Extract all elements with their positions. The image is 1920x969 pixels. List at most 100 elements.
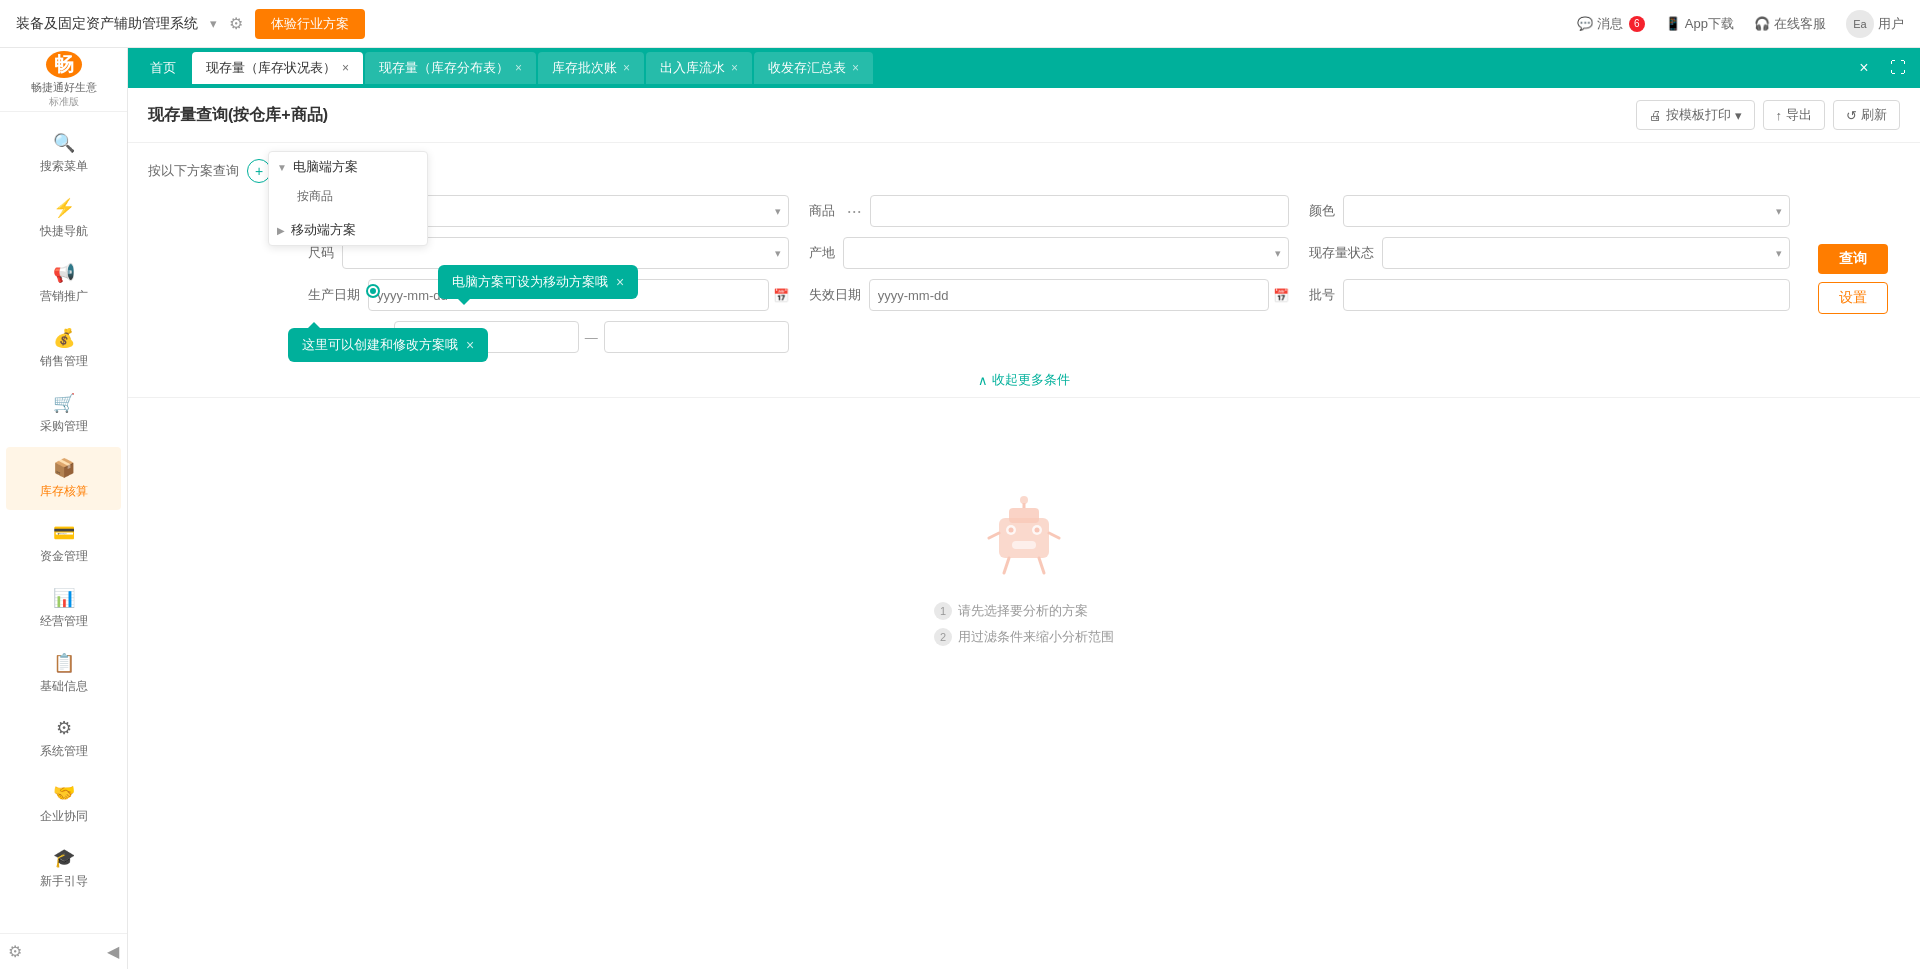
empty-state-icon [974,478,1074,578]
tab-inventory-status[interactable]: 现存量（库存状况表） × [192,52,363,84]
origin-select[interactable] [843,237,1290,269]
stock-status-select[interactable] [1382,237,1790,269]
sidebar-item-marketing[interactable]: 📢 营销推广 [6,252,121,315]
sidebar-item-guide[interactable]: 🎓 新手引导 [6,837,121,900]
sidebar-item-operation[interactable]: 📊 经营管理 [6,577,121,640]
sidebar-item-label: 搜索菜单 [40,158,88,175]
export-label: 导出 [1786,106,1812,124]
exp-calendar-icon[interactable]: 📅 [1273,288,1289,303]
batch-input[interactable] [1343,279,1790,311]
message-item[interactable]: 💬 消息 6 [1577,15,1645,33]
collapse-label: 收起更多条件 [992,371,1070,389]
tooltip-bubble-2: 这里可以创建和修改方案哦 × [288,328,488,362]
set-btn[interactable]: 设置 [1818,282,1888,314]
query-btn[interactable]: 查询 [1818,244,1888,274]
mobile-scheme-item[interactable]: ▶ 移动端方案 [269,215,427,245]
dot-indicator [368,286,378,296]
size-label: 尺码 [308,244,334,262]
print-btn[interactable]: 🖨 按模板打印 ▾ [1636,100,1755,130]
tab-label: 现存量（库存分布表） [379,59,509,77]
sidebar-item-label: 采购管理 [40,418,88,435]
stock-main-to-input[interactable] [604,321,789,353]
batch-label: 批号 [1309,286,1335,304]
topbar-left: 装备及固定资产辅助管理系统 ▾ ⚙ 体验行业方案 [16,9,365,39]
sidebar-item-label: 经营管理 [40,613,88,630]
tab-home[interactable]: 首页 [136,52,190,84]
color-field-row: 颜色 [1309,195,1790,227]
product-field-more-icon[interactable]: ··· [847,201,862,222]
tab-label: 库存批次账 [552,59,617,77]
sidebar-item-search[interactable]: 🔍 搜索菜单 [6,122,121,185]
page-actions: 🖨 按模板打印 ▾ ↑ 导出 ↺ 刷新 [1636,100,1901,130]
tab-inventory-dist[interactable]: 现存量（库存分布表） × [365,52,536,84]
tab-flow[interactable]: 出入库流水 × [646,52,752,84]
sidebar-item-system[interactable]: ⚙ 系统管理 [6,707,121,770]
industry-btn[interactable]: 体验行业方案 [255,9,365,39]
export-btn[interactable]: ↑ 导出 [1763,100,1826,130]
filter-side: 查询 设置 [1806,195,1900,363]
page-header: 现存量查询(按仓库+商品) 🖨 按模板打印 ▾ ↑ 导出 ↺ [128,88,1920,143]
tip-num-2: 2 [934,628,952,646]
tab-close-icon[interactable]: × [342,61,349,75]
sidebar-item-enterprise[interactable]: 🤝 企业协同 [6,772,121,835]
collapse-sidebar-icon[interactable]: ◀ [107,942,119,961]
tab-close-icon[interactable]: × [852,61,859,75]
tooltip1-close-btn[interactable]: × [616,274,624,290]
tab-fullscreen-icon[interactable]: ⛶ [1884,54,1912,82]
range-dash: — [585,330,598,345]
svg-rect-8 [1012,541,1036,549]
sidebar-footer: ⚙ ◀ [0,933,127,969]
sidebar-item-sales[interactable]: 💰 销售管理 [6,317,121,380]
user-item[interactable]: Ea 用户 [1846,10,1904,38]
sidebar-item-finance[interactable]: 💳 资金管理 [6,512,121,575]
sidebar-item-base[interactable]: 📋 基础信息 [6,642,121,705]
scheme-tree: ▼ 电脑端方案 按商品 ▶ 移动端方案 [268,151,428,246]
exp-date-input[interactable] [869,279,1270,311]
base-icon: 📋 [53,652,75,674]
exp-date-row: 失效日期 📅 [809,279,1290,311]
app-label: App下载 [1685,15,1734,33]
settings-footer-icon[interactable]: ⚙ [8,942,22,961]
sidebar-item-label: 销售管理 [40,353,88,370]
filter-area: 按以下方案查询 + ↺ ← ▼ 电脑端方案 按商品 ▶ [128,143,1920,398]
refresh-btn[interactable]: ↺ 刷新 [1833,100,1900,130]
tooltip2-close-btn[interactable]: × [466,337,474,353]
batch-row: 批号 [1309,279,1790,311]
svg-line-12 [1039,558,1044,573]
service-item[interactable]: 🎧 在线客服 [1754,15,1826,33]
tip-num-1: 1 [934,602,952,620]
collapse-btn[interactable]: ∧ 收起更多条件 [978,371,1070,389]
tab-home-label: 首页 [150,59,176,77]
sidebar-item-inventory[interactable]: 📦 库存核算 [6,447,121,510]
quick-icon: ⚡ [53,197,75,219]
sidebar-item-quick[interactable]: ⚡ 快捷导航 [6,187,121,250]
topbar-dropdown-icon[interactable]: ▾ [210,16,217,31]
svg-point-3 [1020,496,1028,504]
color-select[interactable] [1343,195,1790,227]
svg-rect-0 [999,518,1049,558]
mfg-calendar-icon[interactable]: 📅 [773,288,789,303]
desktop-scheme-item[interactable]: ▼ 电脑端方案 [269,152,427,182]
sidebar-item-label: 基础信息 [40,678,88,695]
page-title: 现存量查询(按仓库+商品) [148,105,328,126]
filter-label: 按以下方案查询 [148,162,239,180]
page-content: 现存量查询(按仓库+商品) 🖨 按模板打印 ▾ ↑ 导出 ↺ [128,88,1920,969]
mobile-arrow-icon: ▶ [277,225,285,236]
tab-close-icon[interactable]: × [623,61,630,75]
app-download-item[interactable]: 📱 App下载 [1665,15,1734,33]
product-input[interactable] [870,195,1290,227]
finance-icon: 💳 [53,522,75,544]
tab-close-icon[interactable]: × [515,61,522,75]
stock-status-label: 现存量状态 [1309,244,1374,262]
tab-batch[interactable]: 库存批次账 × [538,52,644,84]
sidebar-item-purchase[interactable]: 🛒 采购管理 [6,382,121,445]
topbar-settings-icon[interactable]: ⚙ [229,14,243,33]
desktop-scheme-label: 电脑端方案 [293,158,358,176]
sub-scheme-1[interactable]: 按商品 [269,182,427,211]
tab-close-all-icon[interactable]: × [1850,54,1878,82]
user-avatar-text: Ea [1853,18,1866,30]
sidebar-item-label: 新手引导 [40,873,88,890]
tab-close-icon[interactable]: × [731,61,738,75]
tab-summary[interactable]: 收发存汇总表 × [754,52,873,84]
tooltip-bubble-1: 电脑方案可设为移动方案哦 × [438,265,638,299]
